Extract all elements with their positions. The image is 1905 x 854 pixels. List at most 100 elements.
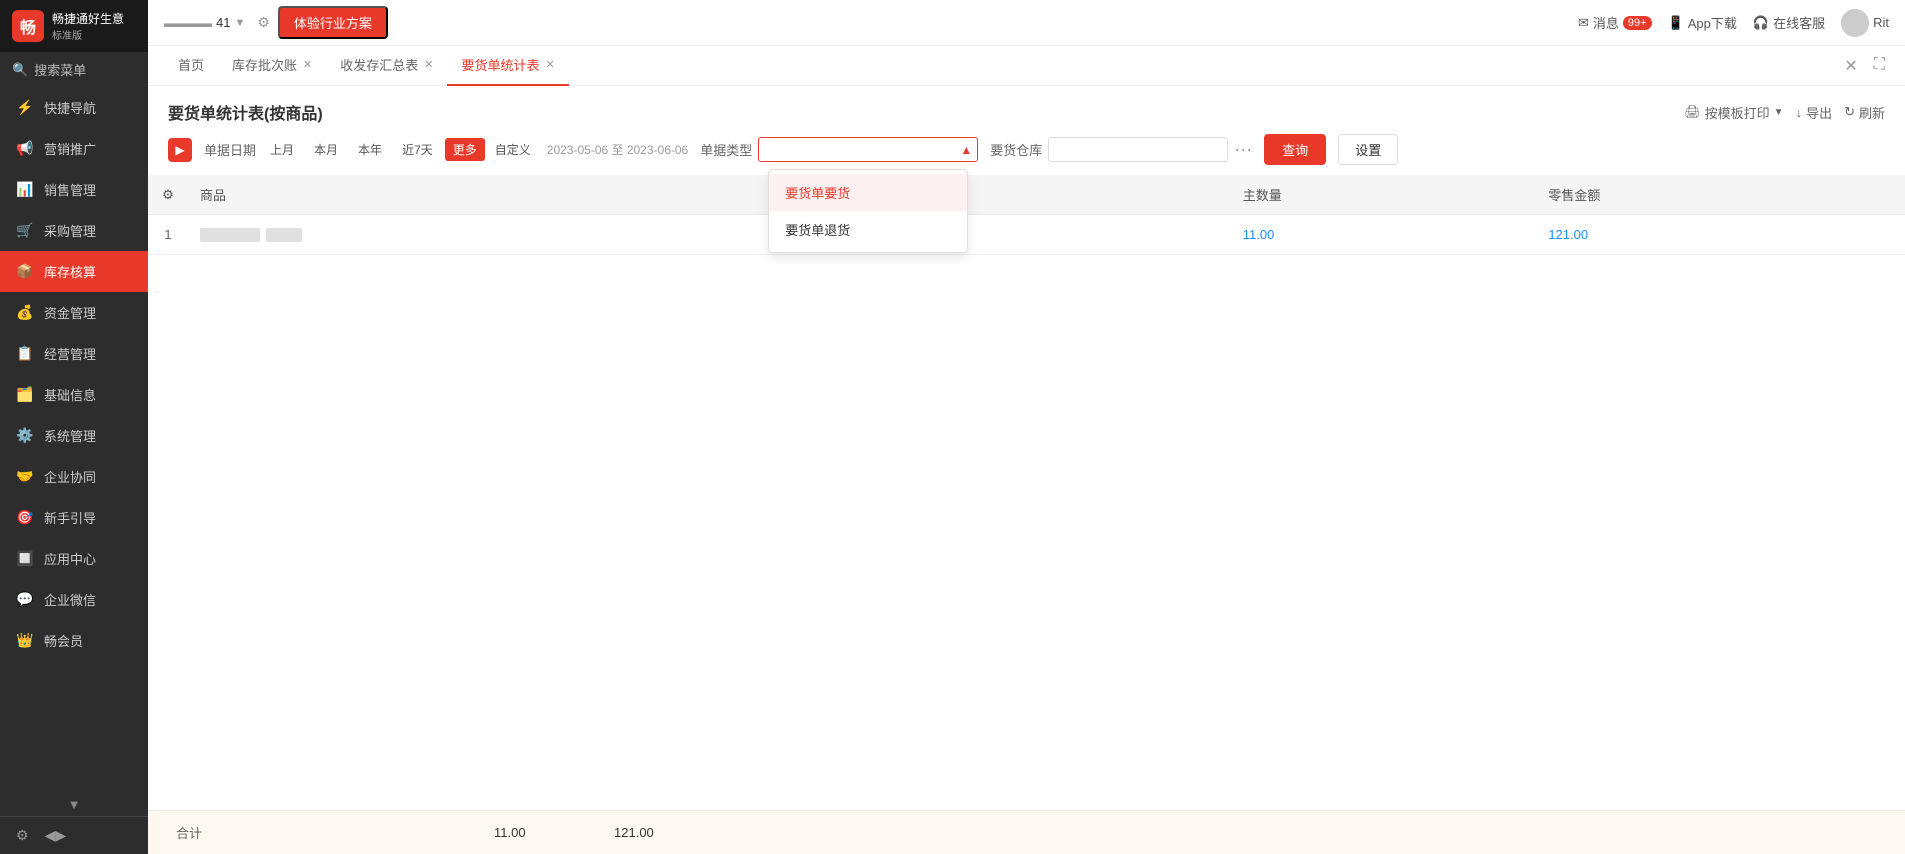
row-product xyxy=(188,215,799,255)
tab-home[interactable]: 首页 xyxy=(164,46,218,86)
sidebar-item-system[interactable]: ⚙️ 系统管理 xyxy=(0,415,148,456)
type-filter-group: 单据类型 ▲ 要货单要货 要货单退货 xyxy=(700,137,978,162)
topbar-right: ✉ 消息 99+ 📱 App下载 🎧 在线客服 Rit xyxy=(1578,9,1889,37)
footer-amount: 121.00 xyxy=(602,825,722,840)
tab-close-batch[interactable]: ✕ xyxy=(303,58,312,71)
tab-collection[interactable]: 收发存汇总表 ✕ xyxy=(326,46,447,86)
topbar: ▬▬▬▬ 41 ▼ ⚙ 体验行业方案 ✉ 消息 99+ 📱 App下载 🎧 在线… xyxy=(148,0,1905,46)
table-footer: 合计 11.00 121.00 xyxy=(148,810,1905,854)
filter-bar: ▶ 单据日期 上月 本月 本年 近7天 更多 自定义 2023-05-06 至 … xyxy=(148,134,1905,175)
print-dropdown-icon: ▼ xyxy=(1774,107,1784,118)
message-badge: 99+ xyxy=(1623,16,1652,30)
row-no: 1 xyxy=(148,215,188,255)
close-all-tabs-icon[interactable]: ✕ xyxy=(1840,52,1861,80)
tab-close-collection[interactable]: ✕ xyxy=(424,58,433,71)
product-placeholder-2 xyxy=(266,228,302,242)
finance-icon: 💰 xyxy=(16,304,34,321)
appstore-icon: 🔲 xyxy=(16,550,34,567)
table-header-quantity: 主数量 xyxy=(1231,175,1537,215)
search-menu[interactable]: 🔍 搜索菜单 xyxy=(0,52,148,87)
print-template-button[interactable]: 🖨 按模板打印 ▼ xyxy=(1684,103,1783,122)
page-actions: 🖨 按模板打印 ▼ ↓ 导出 ↻ 刷新 xyxy=(1684,103,1885,122)
filter-more-icon[interactable]: ··· xyxy=(1234,139,1252,160)
tab-close-order-stat[interactable]: ✕ xyxy=(546,58,555,71)
sidebar-item-member[interactable]: 👑 畅会员 xyxy=(0,620,148,661)
query-button[interactable]: 查询 xyxy=(1264,134,1326,165)
sidebar-nav: ⚡ 快捷导航 📢 营销推广 📊 销售管理 🛒 采购管理 📦 库存核算 💰 资金管… xyxy=(0,87,148,793)
topbar-gear-icon[interactable]: ⚙ xyxy=(257,14,270,31)
this-year-btn[interactable]: 本年 xyxy=(350,138,390,161)
headset-icon: 🎧 xyxy=(1753,15,1769,31)
user-menu[interactable]: Rit xyxy=(1841,9,1889,37)
sidebar-item-cooperation[interactable]: 🤝 企业协同 xyxy=(0,456,148,497)
wechat-icon: 💬 xyxy=(16,591,34,608)
sidebar-item-marketing[interactable]: 📢 营销推广 xyxy=(0,128,148,169)
sidebar-item-basic[interactable]: 🗂️ 基础信息 xyxy=(0,374,148,415)
date-quick-buttons: 上月 本月 本年 近7天 更多 自定义 xyxy=(262,138,537,161)
refresh-icon: ↻ xyxy=(1844,104,1855,120)
print-icon: 🖨 xyxy=(1684,104,1701,120)
data-table: ⚙ 商品 主计量单位 主数量 零售金额 1 xyxy=(148,175,1905,255)
store-number: 41 xyxy=(216,15,230,30)
app-logo: 畅 畅捷通好生意 标准版 xyxy=(0,0,148,52)
settings-icon[interactable]: ⚙ xyxy=(16,827,29,844)
marketing-icon: 📢 xyxy=(16,140,34,157)
type-input-wrapper: ▲ xyxy=(758,137,978,162)
row-quantity: 11.00 xyxy=(1231,215,1537,255)
refresh-button[interactable]: ↻ 刷新 xyxy=(1844,103,1885,122)
page-title: 要货单统计表(按商品) xyxy=(168,100,323,124)
sidebar-item-wechat[interactable]: 💬 企业微信 xyxy=(0,579,148,620)
sidebar-item-finance[interactable]: 💰 资金管理 xyxy=(0,292,148,333)
sidebar-item-purchase[interactable]: 🛒 采购管理 xyxy=(0,210,148,251)
sidebar-scroll-down[interactable]: ▼ xyxy=(0,793,148,816)
dropdown-item-purchase-order[interactable]: 要货单要货 xyxy=(769,174,967,211)
last-7-days-btn[interactable]: 近7天 xyxy=(394,138,441,161)
store-selector[interactable]: ▬▬▬▬ 41 ▼ xyxy=(164,15,245,30)
message-icon: ✉ xyxy=(1578,15,1589,31)
store-name: ▬▬▬▬ xyxy=(164,16,212,30)
tab-order-stat[interactable]: 要货单统计表 ✕ xyxy=(447,46,568,86)
type-filter-label: 单据类型 xyxy=(700,140,752,159)
table-header-amount: 零售金额 xyxy=(1536,175,1905,215)
online-service-button[interactable]: 🎧 在线客服 xyxy=(1753,13,1825,32)
sidebar-item-shortcut[interactable]: ⚡ 快捷导航 xyxy=(0,87,148,128)
type-filter-input[interactable] xyxy=(758,137,978,162)
table-header-product: 商品 xyxy=(188,175,799,215)
filter-expand-button[interactable]: ▶ xyxy=(168,138,192,162)
export-button[interactable]: ↓ 导出 xyxy=(1796,103,1833,122)
sidebar-item-guide[interactable]: 🎯 新手引导 xyxy=(0,497,148,538)
logo-text: 畅捷通好生意 标准版 xyxy=(52,10,124,42)
quantity-link[interactable]: 11.00 xyxy=(1243,227,1275,242)
sidebar-item-sales[interactable]: 📊 销售管理 xyxy=(0,169,148,210)
warehouse-filter-input[interactable] xyxy=(1048,137,1228,162)
sidebar-item-operations[interactable]: 📋 经营管理 xyxy=(0,333,148,374)
product-cell xyxy=(200,228,787,242)
export-icon: ↓ xyxy=(1796,105,1803,120)
collapse-icon[interactable]: ◀▶ xyxy=(45,827,67,844)
search-icon: 🔍 xyxy=(12,62,28,78)
member-icon: 👑 xyxy=(16,632,34,649)
last-month-btn[interactable]: 上月 xyxy=(262,138,302,161)
expand-tabs-icon[interactable]: ⛶ xyxy=(1870,52,1889,80)
page-content: 要货单统计表(按商品) 🖨 按模板打印 ▼ ↓ 导出 ↻ 刷新 xyxy=(148,86,1905,854)
sidebar-item-inventory[interactable]: 📦 库存核算 xyxy=(0,251,148,292)
table-header-row: ⚙ 商品 主计量单位 主数量 零售金额 xyxy=(148,175,1905,215)
this-month-btn[interactable]: 本月 xyxy=(306,138,346,161)
warehouse-filter-group: 要货仓库 ··· xyxy=(990,137,1252,162)
dropdown-item-purchase-return[interactable]: 要货单退货 xyxy=(769,211,967,248)
sales-icon: 📊 xyxy=(16,181,34,198)
tab-batch[interactable]: 库存批次账 ✕ xyxy=(218,46,326,86)
table-gear-header[interactable]: ⚙ xyxy=(148,175,188,215)
trial-button[interactable]: 体验行业方案 xyxy=(278,6,388,39)
sidebar-bottom: ⚙ ◀▶ xyxy=(0,816,148,854)
sidebar-item-appstore[interactable]: 🔲 应用中心 xyxy=(0,538,148,579)
custom-date-btn[interactable]: 自定义 xyxy=(489,138,537,161)
messages-button[interactable]: ✉ 消息 99+ xyxy=(1578,13,1652,32)
operations-icon: 📋 xyxy=(16,345,34,362)
settings-button[interactable]: 设置 xyxy=(1338,134,1398,165)
chevron-down-icon: ▼ xyxy=(68,797,81,812)
app-download-button[interactable]: 📱 App下载 xyxy=(1668,13,1737,32)
more-dates-btn[interactable]: 更多 xyxy=(445,138,485,161)
amount-link[interactable]: 121.00 xyxy=(1548,227,1588,242)
footer-label: 合计 xyxy=(168,823,202,842)
